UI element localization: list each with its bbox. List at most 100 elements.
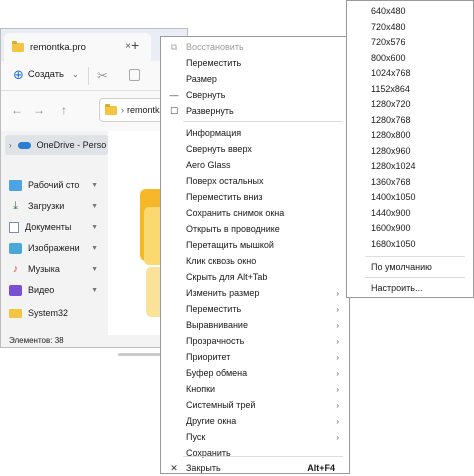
create-label: Создать [27,69,65,80]
menu-item-24[interactable]: Пуск › [161,429,349,445]
customize-size-option[interactable]: Настроить... [347,280,473,296]
menu-item-8[interactable]: Поверх остальных [161,173,349,189]
resolution-option[interactable]: 720x480 [347,19,473,35]
menu-item-7[interactable]: Aero Glass [161,157,349,173]
menu-item-label: Развернуть [186,106,234,116]
menu-item-label: Переместить [186,58,242,68]
sidebar-item-desktop[interactable]: Рабочий сто ▼ [9,175,104,195]
copy-icon[interactable] [129,69,140,81]
up-arrow-icon[interactable]: ↑ [61,103,67,117]
sidebar-item-pictures[interactable]: Изображени ▼ [9,238,104,258]
window-context-menu: ⧉ Восстановить Переместить Размер — Свернуть ☐… [160,36,350,474]
resolution-option[interactable]: 1360x768 [347,174,473,190]
sidebar-item-onedrive[interactable]: › OneDrive - Perso [5,135,108,155]
menu-item-0: ⧉ Восстановить [161,39,349,55]
resolution-option[interactable]: 1280x768 [347,112,473,128]
pin-icon[interactable]: ▼ [91,287,98,294]
menu-item-label: Прозрачность [186,336,245,346]
chevron-right-icon: › [336,288,339,298]
menu-item-label: Переместить [186,304,242,314]
cut-icon[interactable]: ✂ [97,68,108,84]
resolution-option[interactable]: 1680x1050 [347,236,473,252]
forward-arrow-icon[interactable]: → [33,103,45,117]
resolution-option[interactable]: 1400x1050 [347,189,473,205]
sidebar-item-downloads[interactable]: ⤓ Загрузки ▼ [9,196,104,216]
menu-item-11[interactable]: Открыть в проводнике [161,221,349,237]
menu-item-23[interactable]: Другие окна › [161,413,349,429]
chevron-right-icon: › [336,368,339,378]
resolution-option[interactable]: 1152x864 [347,81,473,97]
music-icon: ♪ [12,262,19,275]
menu-item-2[interactable]: Размер [161,71,349,87]
menu-item-13[interactable]: Клик сквозь окно [161,253,349,269]
menu-item-19[interactable]: Приоритет › [161,349,349,365]
resolution-option[interactable]: 1600x900 [347,220,473,236]
menu-item-5[interactable]: Информация [161,125,349,141]
pin-icon[interactable]: ▼ [91,224,98,231]
minimize-icon: — [169,90,179,100]
shortcut-label: Alt+F4 [307,463,335,473]
menu-item-14[interactable]: Скрыть для Alt+Tab [161,269,349,285]
pin-icon[interactable]: ▼ [91,203,98,210]
menu-item-label: Системный трей [186,400,256,410]
menu-item-12[interactable]: Перетащить мышкой [161,237,349,253]
chevron-right-icon: › [336,336,339,346]
menu-item-16[interactable]: Переместить › [161,301,349,317]
resolution-option[interactable]: 800x600 [347,50,473,66]
resolution-option[interactable]: 720x576 [347,34,473,50]
pin-icon[interactable]: ▼ [91,182,98,189]
menu-item-17[interactable]: Выравнивание › [161,317,349,333]
toolbar-divider [88,67,89,85]
menu-item-9[interactable]: Переместить вниз [161,189,349,205]
menu-item-label: Размер [186,74,217,84]
create-button[interactable]: ⊕ Создать ⌄ [13,68,79,81]
chevron-right-icon: › [336,384,339,394]
menu-item-4[interactable]: ☐ Развернуть [161,103,349,119]
resolution-option[interactable]: 1280x720 [347,96,473,112]
menu-item-label: Переместить вниз [186,192,263,202]
resolution-option[interactable]: 1024x768 [347,65,473,81]
maximize-icon: ☐ [169,105,179,116]
menu-item-15[interactable]: Изменить размер › [161,285,349,301]
back-arrow-icon[interactable]: ← [11,103,23,117]
chevron-right-icon: › [336,432,339,442]
resolution-label: 1600x900 [371,223,411,233]
new-tab-button[interactable]: + [131,37,139,53]
sidebar-item-label: Загрузки [28,201,65,211]
resolution-option[interactable]: 640x480 [347,3,473,19]
menu-item-20[interactable]: Буфер обмена › [161,365,349,381]
chevron-down-icon: ⌄ [72,70,79,79]
menu-item-label: Поверх остальных [186,176,264,186]
resolution-option[interactable]: 1440x900 [347,205,473,221]
menu-separator [365,256,465,257]
sidebar-item-label: Изображени [28,243,80,253]
tab-remontka[interactable]: remontka.pro × [4,33,151,61]
menu-item-1[interactable]: Переместить [161,55,349,71]
pin-icon[interactable]: ▼ [91,245,98,252]
menu-item-25[interactable]: Сохранить [161,445,349,461]
default-size-option[interactable]: По умолчанию [347,259,473,275]
resolution-option[interactable]: 1280x960 [347,143,473,159]
resolution-label: 1680x1050 [371,238,416,249]
resolution-label: 720x576 [371,37,406,47]
resolution-option[interactable]: 1280x1024 [347,158,473,174]
menu-item-21[interactable]: Кнопки › [161,381,349,397]
menu-item-3[interactable]: — Свернуть [161,87,349,103]
chevron-right-icon: › [336,400,339,410]
resolution-label: 720x480 [371,21,406,32]
menu-item-10[interactable]: Сохранить снимок окна [161,205,349,221]
menu-item-6[interactable]: Свернуть вверх [161,141,349,157]
sidebar-item-label: Рабочий сто [28,180,80,190]
pin-icon[interactable]: ▼ [91,266,98,273]
sidebar-item-video[interactable]: Видео ▼ [9,280,104,300]
cloud-icon [17,141,31,149]
sidebar-item-system32[interactable]: System32 [9,303,104,323]
restore-icon: ⧉ [170,41,178,52]
menu-item-22[interactable]: Системный трей › [161,397,349,413]
resolution-option[interactable]: 1280x800 [347,127,473,143]
sidebar-item-music[interactable]: ♪ Музыка ▼ [9,259,104,279]
menu-item-label: Свернуть вверх [186,144,252,154]
sidebar-item-documents[interactable]: Документы ▼ [9,217,104,237]
menu-separator [183,121,343,122]
menu-item-18[interactable]: Прозрачность › [161,333,349,349]
